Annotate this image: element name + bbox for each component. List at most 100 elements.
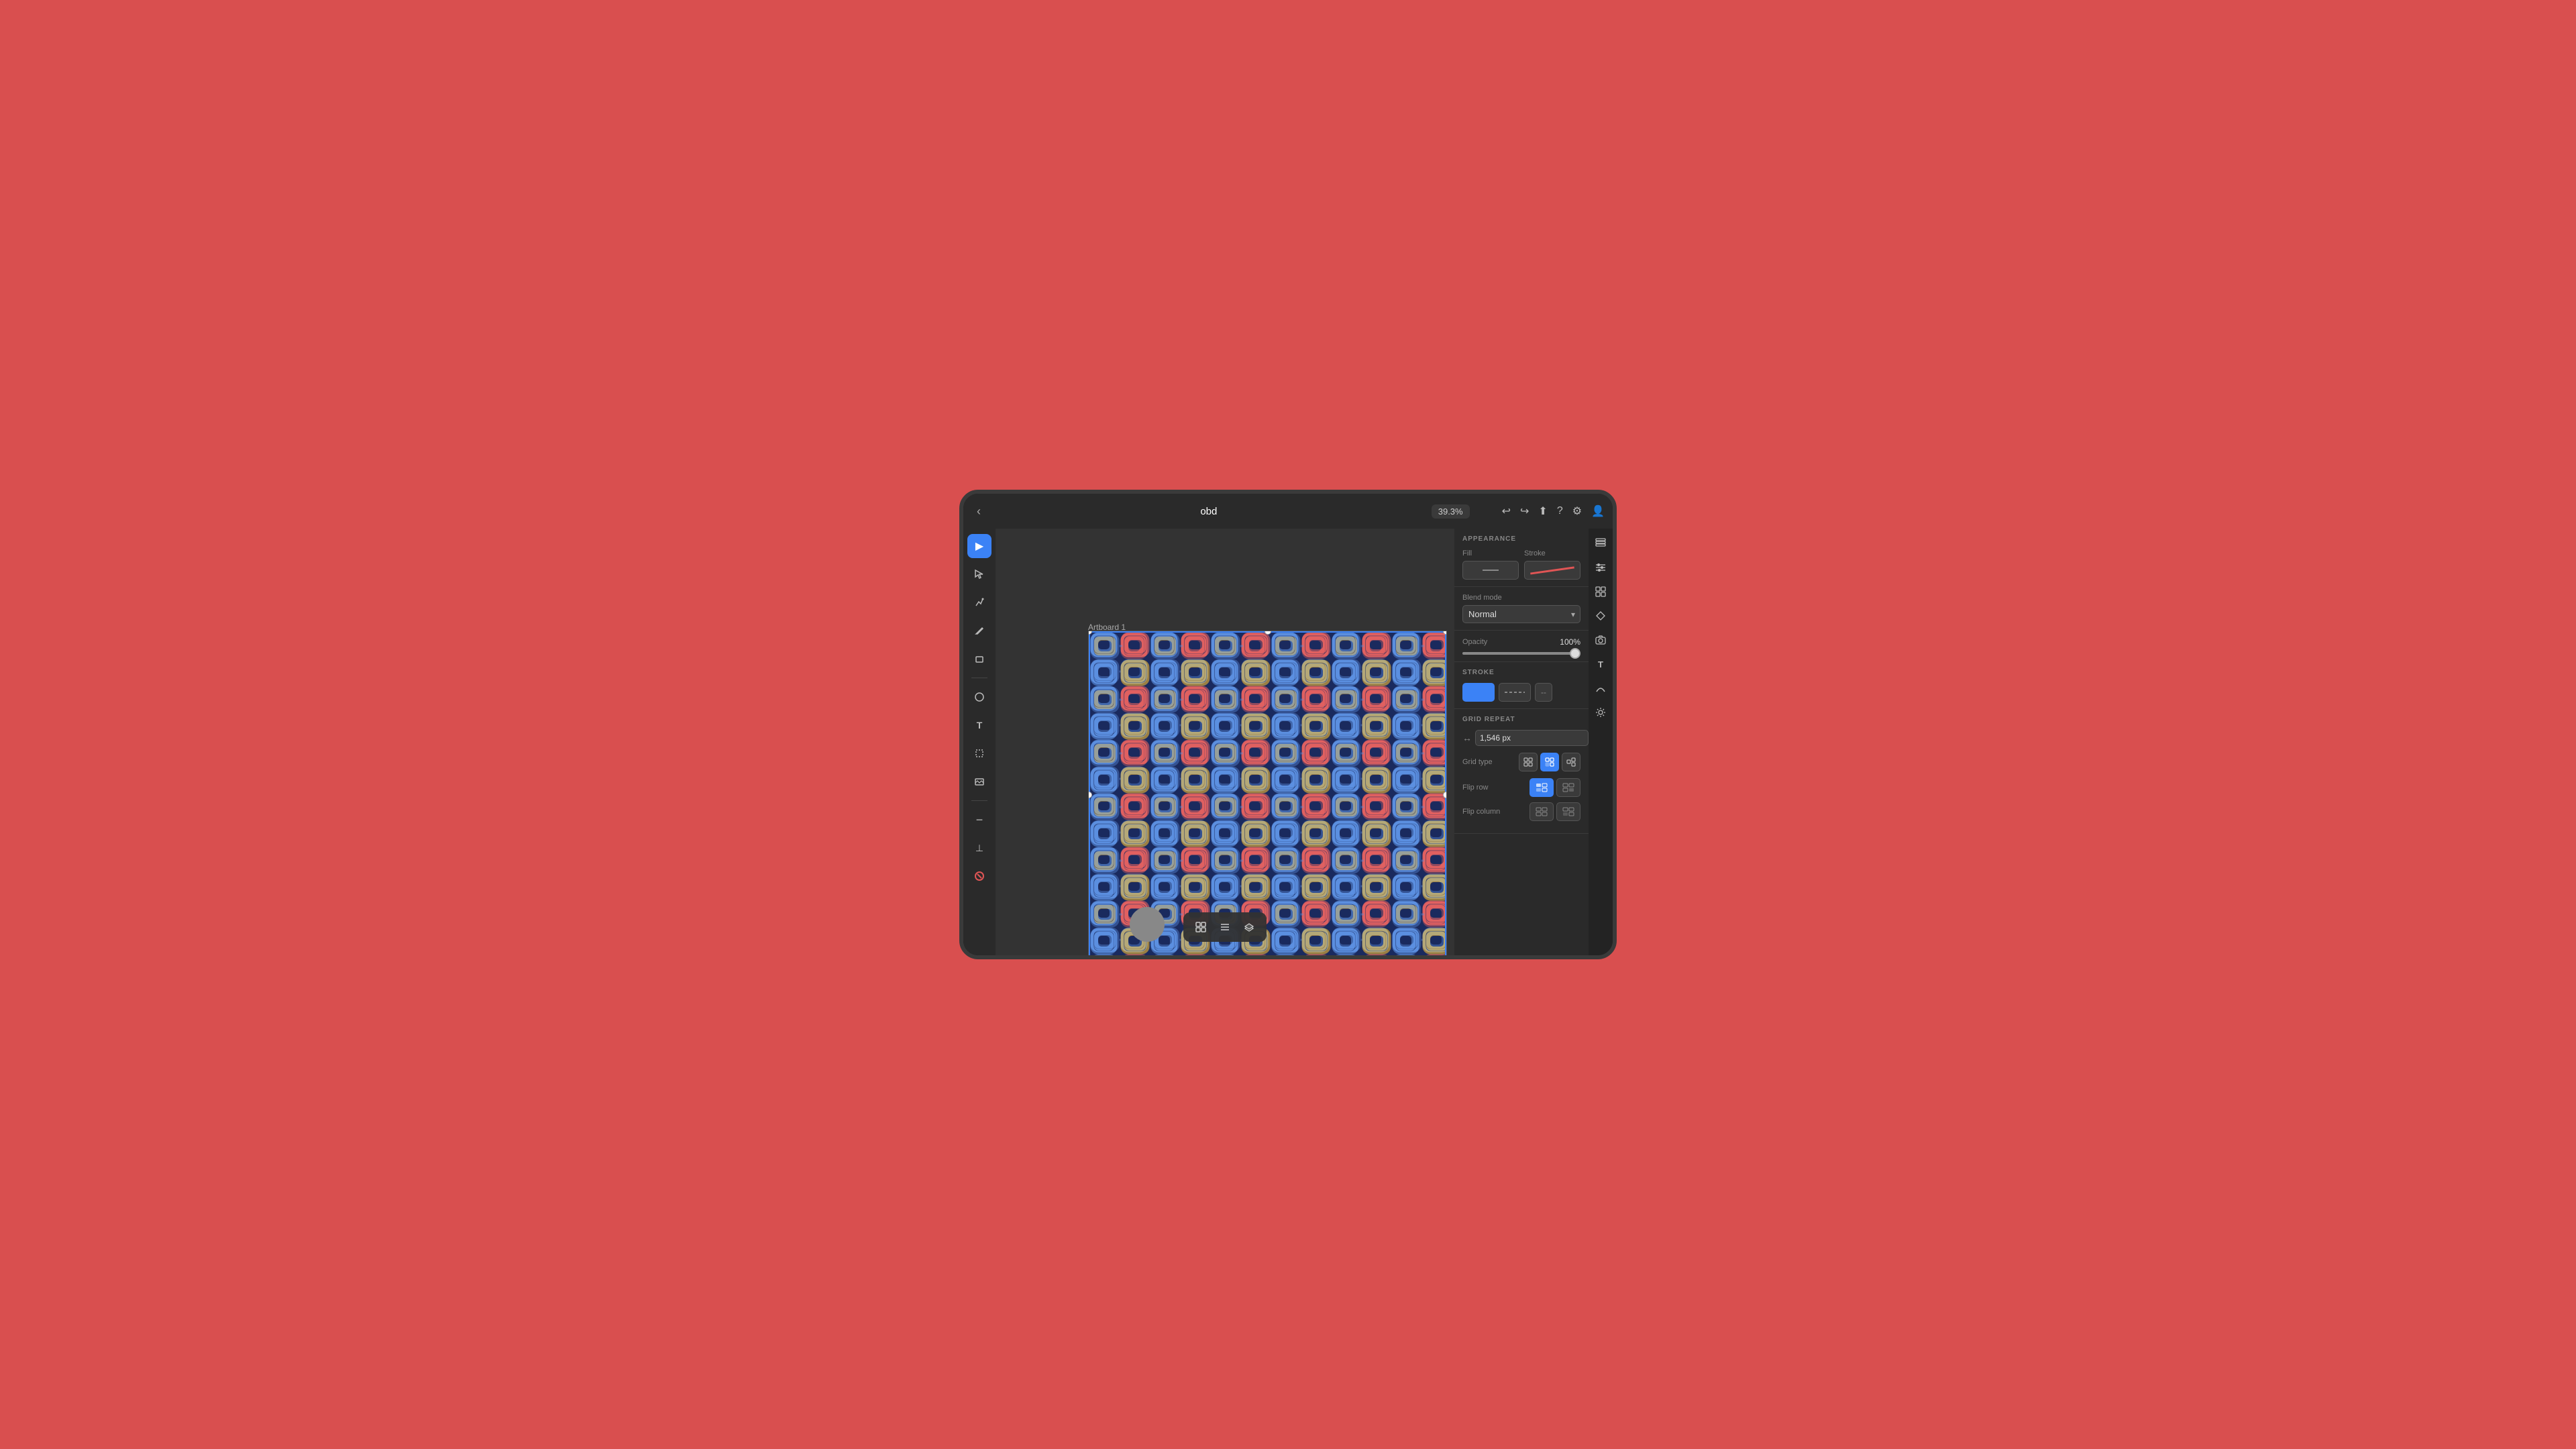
- flip-row-btn-1[interactable]: [1529, 778, 1554, 797]
- grid-type-2[interactable]: [1540, 753, 1559, 771]
- zoom-level[interactable]: 39.3%: [1432, 504, 1470, 519]
- fill-item: Fill: [1462, 549, 1519, 580]
- blend-mode-section: Blend mode Normal Multiply Screen Overla…: [1454, 587, 1589, 631]
- back-button[interactable]: ‹: [971, 502, 986, 521]
- grid-width-field: ↔: [1462, 730, 1589, 746]
- help-button[interactable]: ?: [1557, 505, 1563, 517]
- share-button[interactable]: ⬆: [1538, 504, 1547, 518]
- settings-button[interactable]: ⚙: [1572, 504, 1582, 518]
- camera-icon-btn[interactable]: [1591, 631, 1610, 649]
- minus-tool[interactable]: −: [967, 808, 991, 832]
- opacity-value: 100%: [1560, 637, 1580, 647]
- fill-label: Fill: [1462, 549, 1519, 557]
- opacity-label: Opacity: [1462, 638, 1487, 646]
- stroke-options: --: [1462, 683, 1580, 702]
- main-content: ▶ T − ⊥: [963, 529, 1613, 955]
- brush-tool[interactable]: [967, 864, 991, 888]
- image-tool[interactable]: [967, 769, 991, 794]
- text-icon-btn[interactable]: T: [1591, 655, 1610, 674]
- bottom-toolbar: [1183, 912, 1267, 942]
- adjust-icon-btn[interactable]: [1591, 558, 1610, 577]
- select-tool[interactable]: ▶: [967, 534, 991, 558]
- ellipse-tool[interactable]: [967, 685, 991, 709]
- undo-button[interactable]: ↩: [1502, 504, 1511, 518]
- device: ‹ obd 39.3% ↩ ↪ ⬆ ? ⚙ 👤 ▶: [959, 490, 1617, 959]
- toolbar-separator-2: [971, 800, 987, 801]
- grid-width-input[interactable]: [1475, 730, 1589, 746]
- stroke-section-title: STROKE: [1462, 669, 1580, 676]
- flip-column-label: Flip column: [1462, 808, 1500, 816]
- appearance-section: APPEARANCE Fill Stroke: [1454, 529, 1589, 587]
- appearance-title: APPEARANCE: [1462, 535, 1580, 543]
- opacity-section: Opacity 100%: [1454, 631, 1589, 662]
- text-tool[interactable]: T: [967, 713, 991, 737]
- anchor-tool[interactable]: ⊥: [967, 836, 991, 860]
- grid-width-icon: ↔: [1462, 733, 1472, 743]
- left-toolbar: ▶ T − ⊥: [963, 529, 996, 955]
- direct-select-tool[interactable]: [967, 562, 991, 586]
- grid-fields: ↔ ↕: [1462, 730, 1580, 746]
- pencil-tool[interactable]: [967, 619, 991, 643]
- grid-type-row: Grid type: [1462, 753, 1580, 771]
- stroke-value-btn[interactable]: --: [1535, 683, 1552, 702]
- list-view-btn[interactable]: [1214, 916, 1236, 938]
- flip-column: Flip column: [1462, 802, 1580, 821]
- redo-button[interactable]: ↪: [1520, 504, 1529, 518]
- stroke-solid-icon: [1468, 692, 1489, 693]
- flip-row-label: Flip row: [1462, 784, 1489, 792]
- layers-view-btn[interactable]: [1238, 916, 1260, 938]
- profile-button[interactable]: 👤: [1591, 504, 1605, 518]
- opacity-fill: [1462, 652, 1580, 655]
- round-button[interactable]: [1130, 907, 1165, 942]
- header-bar: ‹ obd 39.3% ↩ ↪ ⬆ ? ⚙ 👤: [963, 494, 1613, 529]
- stroke-dashed-btn[interactable]: [1499, 683, 1531, 702]
- opacity-row: Opacity 100%: [1462, 637, 1580, 647]
- flip-row-btn-2[interactable]: [1556, 778, 1580, 797]
- layers-icon-btn[interactable]: [1591, 534, 1610, 553]
- settings2-icon-btn[interactable]: [1591, 703, 1610, 722]
- stroke-item: Stroke: [1524, 549, 1580, 580]
- blend-mode-row: Blend mode Normal Multiply Screen Overla…: [1462, 594, 1580, 623]
- document-title: obd: [991, 506, 1426, 517]
- grid-icon-btn[interactable]: [1591, 582, 1610, 601]
- flip-row: Flip row: [1462, 778, 1580, 797]
- grid-type-1[interactable]: [1519, 753, 1538, 771]
- flip-col-btn-2[interactable]: [1556, 802, 1580, 821]
- flip-row-btns: [1529, 778, 1580, 797]
- grid-repeat-section: GRID REPEAT ↔ ↕ Grid type: [1454, 709, 1589, 834]
- right-icons-strip: T: [1589, 529, 1613, 955]
- stroke-label: Stroke: [1524, 549, 1580, 557]
- stroke-swatch[interactable]: [1524, 561, 1580, 580]
- opacity-thumb[interactable]: [1570, 648, 1580, 659]
- fill-stroke-row: Fill Stroke: [1462, 549, 1580, 580]
- header-actions: ↩ ↪ ⬆ ? ⚙ 👤: [1502, 504, 1605, 518]
- curve-icon-btn[interactable]: [1591, 679, 1610, 698]
- flip-col-btn-1[interactable]: [1529, 802, 1554, 821]
- grid-type-3[interactable]: [1562, 753, 1580, 771]
- opacity-slider[interactable]: [1462, 652, 1580, 655]
- canvas-area[interactable]: Artboard 1: [996, 529, 1454, 955]
- grid-type-label: Grid type: [1462, 758, 1493, 766]
- transform-icon-btn[interactable]: [1591, 606, 1610, 625]
- stroke-section: STROKE --: [1454, 662, 1589, 709]
- blend-mode-label: Blend mode: [1462, 594, 1580, 602]
- pattern-svg: [1089, 631, 1446, 955]
- artboard[interactable]: [1088, 631, 1447, 955]
- grid-repeat-title: GRID REPEAT: [1462, 716, 1580, 723]
- stroke-solid-btn[interactable]: [1462, 683, 1495, 702]
- handle-mr[interactable]: [1443, 792, 1447, 798]
- crop-tool[interactable]: [967, 741, 991, 765]
- blend-mode-select[interactable]: Normal Multiply Screen Overlay: [1462, 605, 1580, 623]
- artboard-label: Artboard 1: [1088, 623, 1126, 632]
- eraser-tool[interactable]: [967, 647, 991, 671]
- stroke-val: --: [1541, 688, 1546, 697]
- stroke-color-indicator: [1530, 566, 1574, 574]
- right-panel: APPEARANCE Fill Stroke: [1454, 529, 1589, 955]
- flip-col-btns: [1529, 802, 1580, 821]
- blend-mode-wrapper: Normal Multiply Screen Overlay: [1462, 605, 1580, 623]
- fill-none-indicator: [1483, 570, 1499, 571]
- stroke-dashed-icon: [1505, 692, 1525, 693]
- pen-tool[interactable]: [967, 590, 991, 614]
- fill-swatch[interactable]: [1462, 561, 1519, 580]
- grid-view-btn[interactable]: [1190, 916, 1212, 938]
